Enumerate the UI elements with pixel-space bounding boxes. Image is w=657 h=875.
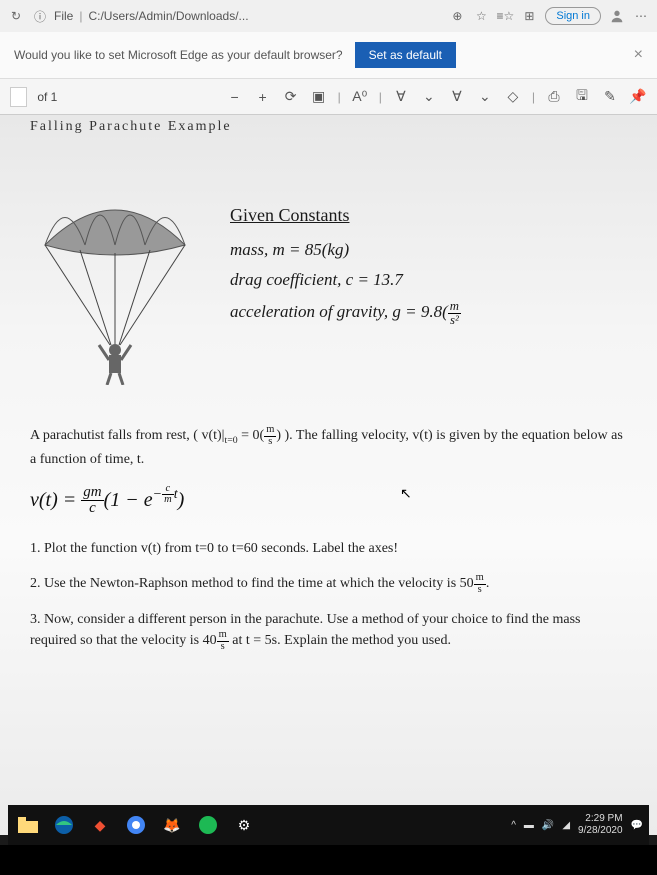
read-aloud-icon[interactable]: A⁰ [351,88,369,106]
zoom-out-icon[interactable]: − [226,88,244,106]
question-2: 2. Use the Newton-Raphson method to find… [30,573,627,595]
drag-line: drag coefficient, c = 13.7 [230,270,461,290]
pin-icon[interactable]: 📌 [629,88,647,106]
url-path: C:/Users/Admin/Downloads/... [88,9,248,23]
save-as-icon[interactable]: ✎ [601,88,619,106]
notifications-icon[interactable]: 💬 [631,820,643,831]
chevron-down-icon[interactable]: ⌄ [420,88,438,106]
page-number-input[interactable] [10,87,27,107]
collections-icon[interactable]: ⊞ [521,8,537,24]
pdf-document: Falling Parachute Example [0,115,657,835]
save-icon[interactable]: 🖫 [573,88,591,106]
signin-button[interactable]: Sign in [545,7,601,25]
profile-icon[interactable] [609,8,625,24]
refresh-icon[interactable]: ↻ [8,8,24,24]
firefox-icon[interactable]: 🦊 [158,811,186,839]
doc-partial-title: Falling Parachute Example [30,115,627,155]
chrome-icon[interactable] [122,811,150,839]
draw-icon[interactable]: ∀ [392,88,410,106]
tray-chevron-icon[interactable]: ^ [511,820,516,831]
mass-line: mass, m = 85(kg) [230,240,461,260]
print-icon[interactable]: ⎙ [545,88,563,106]
close-banner-icon[interactable]: × [634,46,643,64]
question-1: 1. Plot the function v(t) from t=0 to t=… [30,538,627,559]
system-clock[interactable]: 2:29 PM 9/28/2020 [578,813,623,837]
url-protocol: File [54,9,73,23]
set-default-button[interactable]: Set as default [355,42,456,68]
battery-icon[interactable]: ▬ [524,820,534,831]
pdf-toolbar: of 1 − + ⟳ ▣ | A⁰ | ∀ ⌄ ∀ ⌄ ◇ | ⎙ 🖫 ✎ 📌 [0,79,657,115]
parachute-figure [30,185,200,385]
file-info-icon: ⓘ [32,8,48,24]
gitbash-icon[interactable]: ◆ [86,811,114,839]
problem-statement: A parachutist falls from rest, ( v(t)|t=… [30,425,627,652]
velocity-equation: v(t) = gmc(1 − e−cmt) [30,484,627,517]
gravity-line: acceleration of gravity, g = 9.8(ms² [230,300,461,327]
constants-heading: Given Constants [230,205,461,226]
question-3: 3. Now, consider a different person in t… [30,609,627,652]
erase-icon[interactable]: ◇ [504,88,522,106]
default-browser-banner: Would you like to set Microsoft Edge as … [0,32,657,79]
browser-chrome: ↻ ⓘ File | C:/Users/Admin/Downloads/... … [0,0,657,32]
spotify-icon[interactable] [194,811,222,839]
zoom-icon[interactable]: ⊕ [449,8,465,24]
rotate-icon[interactable]: ⟳ [282,88,300,106]
chevron-down-icon[interactable]: ⌄ [476,88,494,106]
edge-icon[interactable] [50,811,78,839]
page-of-label: of 1 [37,90,57,104]
file-explorer-icon[interactable] [14,811,42,839]
zoom-in-icon[interactable]: + [254,88,272,106]
constants-block: Given Constants mass, m = 85(kg) drag co… [230,185,461,385]
fit-page-icon[interactable]: ▣ [310,88,328,106]
url-bar[interactable]: ⓘ File | C:/Users/Admin/Downloads/... [32,8,441,24]
favorites-bar-icon[interactable]: ≡☆ [497,8,513,24]
monitor-bezel [0,845,657,875]
highlight-icon[interactable]: ∀ [448,88,466,106]
volume-icon[interactable]: 🔊 [542,820,554,831]
windows-taskbar: ◆ 🦊 ⚙ ^ ▬ 🔊 ◢ 2:29 PM 9/28/2020 💬 [8,805,649,845]
banner-text: Would you like to set Microsoft Edge as … [14,48,343,62]
mouse-cursor-icon: ↖ [400,485,412,502]
favorite-icon[interactable]: ☆ [473,8,489,24]
url-divider: | [79,9,82,23]
settings-icon[interactable]: ⚙ [230,811,258,839]
more-icon[interactable]: ⋯ [633,8,649,24]
wifi-icon[interactable]: ◢ [562,820,570,831]
